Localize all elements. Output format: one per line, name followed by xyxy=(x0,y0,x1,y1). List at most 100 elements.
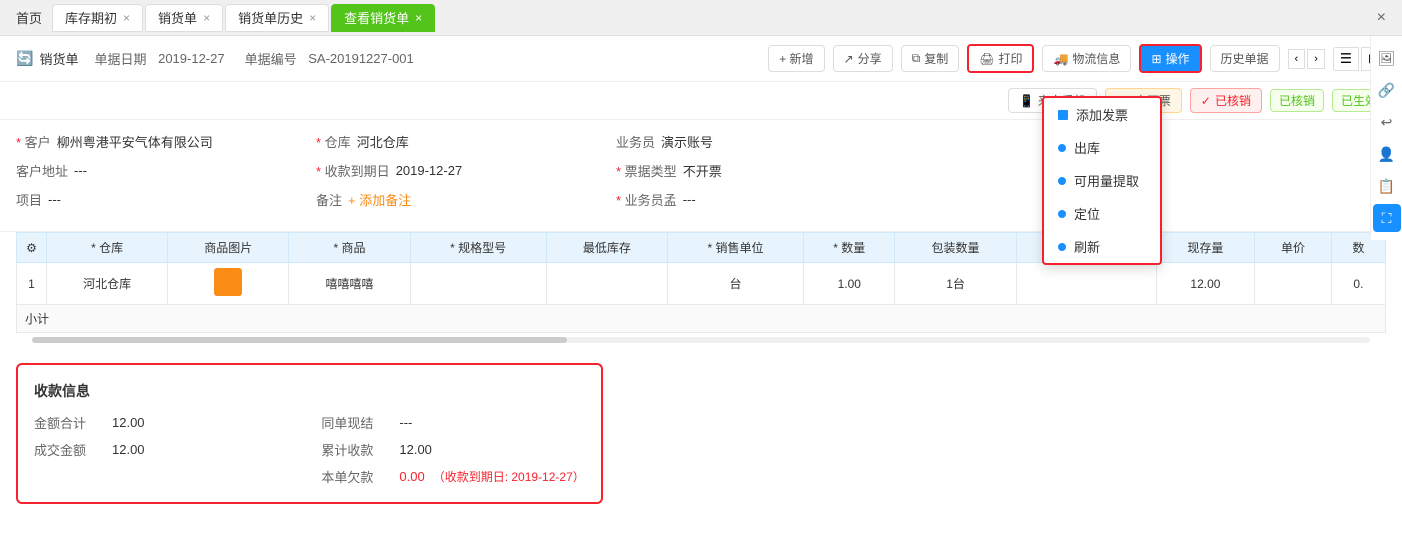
refresh-icon xyxy=(1058,243,1066,251)
ticket-type-label: 票据类型 xyxy=(616,161,677,180)
doc-title-area: 🔄 销货单 xyxy=(16,49,78,68)
main-content: 🔄 销货单 单据日期 2019-12-27 单据编号 SA-20191227-0… xyxy=(0,36,1402,536)
print-icon: 🖨 xyxy=(979,52,994,66)
history-button[interactable]: 历史单据 xyxy=(1210,45,1280,72)
tab-inventory-label: 库存期初 xyxy=(65,8,117,27)
share-icon: ↗ xyxy=(844,52,854,66)
doc-actions: + 新增 ↗ 分享 ⧉ 复制 🖨 打印 🚚 物流信息 xyxy=(768,44,1386,73)
form-section: 客户 柳州粤港平安气体有限公司 仓库 河北仓库 业务员 演示账号 客户地址 --… xyxy=(0,120,1402,232)
sidebar-user-icon[interactable]: 👤 xyxy=(1373,140,1401,168)
out-warehouse-label: 出库 xyxy=(1074,138,1100,157)
due-date-label: 收款到期日 xyxy=(316,161,390,180)
same-order-value: --- xyxy=(399,415,412,430)
dropdown-out-warehouse[interactable]: 出库 xyxy=(1044,131,1160,164)
row-avail xyxy=(1016,263,1156,305)
total-amount-value: 12.00 xyxy=(112,415,145,430)
next-button[interactable]: › xyxy=(1307,49,1325,69)
same-order-label: 同单现结 xyxy=(321,413,391,432)
prev-button[interactable]: ‹ xyxy=(1288,49,1306,69)
tab-sales-history-label: 销货单历史 xyxy=(238,8,303,27)
total-amount-row: 金额合计 12.00 xyxy=(34,413,297,432)
tab-sales[interactable]: 销货单 × xyxy=(145,4,223,32)
copy-button[interactable]: ⧉ 复制 xyxy=(901,45,960,72)
dropdown-locate[interactable]: 定位 xyxy=(1044,197,1160,230)
refresh-label: 刷新 xyxy=(1074,237,1100,256)
row-warehouse: 河北仓库 xyxy=(47,263,168,305)
dropdown-available-qty[interactable]: 可用量提取 xyxy=(1044,164,1160,197)
tab-inventory-close[interactable]: × xyxy=(123,11,130,25)
check-button[interactable]: ✓ 已核销 xyxy=(1190,88,1262,113)
date-value: 2019-12-27 xyxy=(158,51,225,66)
logistics-icon: 🚚 xyxy=(1053,52,1068,66)
trade-amount-value: 12.00 xyxy=(112,442,145,457)
col-unit: * 销售单位 xyxy=(667,233,803,263)
sub-toolbar: 📱 来自手机 🎫 未开票 ✓ 已核销 已核销 已生效 xyxy=(0,82,1402,120)
row-img xyxy=(168,263,289,305)
dropdown-menu: 添加发票 出库 可用量提取 定位 刷新 xyxy=(1042,96,1162,265)
project-value: --- xyxy=(48,192,61,207)
right-sidebar: 🖼 🔗 ↩ 👤 📋 ⛶ xyxy=(1370,36,1402,240)
arrears-label: 本单欠款 xyxy=(321,467,391,486)
new-button[interactable]: + 新增 xyxy=(768,45,824,72)
note-label: 备注 xyxy=(316,190,342,209)
doc-meta: 单据日期 2019-12-27 单据编号 SA-20191227-001 xyxy=(94,49,413,68)
sidebar-image-icon[interactable]: 🖼 xyxy=(1373,44,1401,72)
project-label: 项目 xyxy=(16,190,42,209)
trade-amount-label: 成交金额 xyxy=(34,440,104,459)
nav-arrows: ‹ › xyxy=(1288,49,1325,69)
share-button[interactable]: ↗ 分享 xyxy=(833,45,893,72)
view-list-button[interactable]: ☰ xyxy=(1333,47,1359,71)
tab-sales-close[interactable]: × xyxy=(203,11,210,25)
add-note-button[interactable]: + 添加备注 xyxy=(348,190,411,209)
doc-title: 销货单 xyxy=(39,49,78,68)
row-num: 1 xyxy=(17,263,47,305)
salesperson-label: 业务员孟 xyxy=(616,190,677,209)
available-qty-icon xyxy=(1058,177,1066,185)
col-product: * 商品 xyxy=(289,233,410,263)
sidebar-list-icon[interactable]: 📋 xyxy=(1373,172,1401,200)
print-button[interactable]: 🖨 打印 xyxy=(967,44,1034,73)
warehouse-label: 仓库 xyxy=(316,132,351,151)
form-row-3: 项目 --- 备注 + 添加备注 业务员孟 --- xyxy=(16,190,1386,209)
sidebar-link-icon[interactable]: 🔗 xyxy=(1373,76,1401,104)
tab-sales-history-close[interactable]: × xyxy=(309,11,316,25)
data-table: ⚙ * 仓库 商品图片 * 商品 * 规格型号 最低库存 * 销售单位 * 数量… xyxy=(16,232,1386,333)
tab-view-sales[interactable]: 查看销货单 × xyxy=(331,4,435,32)
customer-value: 柳州粤港平安气体有限公司 xyxy=(57,132,213,151)
tab-sales-history[interactable]: 销货单历史 × xyxy=(225,4,329,32)
scrollbar-thumb[interactable] xyxy=(32,337,567,343)
sold-badge: 已核销 xyxy=(1270,89,1324,112)
row-pkg: 1台 xyxy=(895,263,1016,305)
dropdown-add-invoice[interactable]: 添加发票 xyxy=(1044,98,1160,131)
col-price: 单价 xyxy=(1255,233,1331,263)
horizontal-scrollbar[interactable] xyxy=(32,337,1370,343)
salesperson-value: --- xyxy=(683,192,696,207)
operations-button[interactable]: ⊞ 操作 xyxy=(1139,44,1201,73)
window-close-button[interactable]: × xyxy=(1369,5,1394,31)
sidebar-return-icon[interactable]: ↩ xyxy=(1373,108,1401,136)
logistics-button[interactable]: 🚚 物流信息 xyxy=(1042,45,1131,72)
copy-icon: ⧉ xyxy=(912,51,921,66)
subtotal-label: 小计 xyxy=(17,305,1386,333)
address-value: --- xyxy=(74,163,87,178)
page-container: 首页 库存期初 × 销货单 × 销货单历史 × 查看销货单 × × 🔄 销货单 xyxy=(0,0,1402,536)
subtotal-row: 小计 xyxy=(17,305,1386,333)
ticket-type-field: 票据类型 不开票 xyxy=(616,161,896,180)
note-field: 备注 + 添加备注 xyxy=(316,190,596,209)
col-current: 现存量 xyxy=(1156,233,1255,263)
cumulative-row: 累计收款 12.00 xyxy=(321,440,584,459)
tab-home[interactable]: 首页 xyxy=(8,8,50,27)
tab-view-sales-label: 查看销货单 xyxy=(344,8,409,27)
col-pkg: 包装数量 xyxy=(895,233,1016,263)
dropdown-refresh[interactable]: 刷新 xyxy=(1044,230,1160,263)
payment-title: 收款信息 xyxy=(34,381,585,401)
row-unit: 台 xyxy=(667,263,803,305)
form-row-1: 客户 柳州粤港平安气体有限公司 仓库 河北仓库 业务员 演示账号 xyxy=(16,132,1386,151)
table-header-row: ⚙ * 仓库 商品图片 * 商品 * 规格型号 最低库存 * 销售单位 * 数量… xyxy=(17,233,1386,263)
tab-bar: 首页 库存期初 × 销货单 × 销货单历史 × 查看销货单 × × xyxy=(0,0,1402,36)
sidebar-expand-icon[interactable]: ⛶ xyxy=(1373,204,1401,232)
tab-inventory[interactable]: 库存期初 × xyxy=(52,4,143,32)
row-qty: 1.00 xyxy=(804,263,895,305)
date-label: 单据日期 2019-12-27 xyxy=(94,49,224,68)
tab-view-sales-close[interactable]: × xyxy=(415,11,422,25)
